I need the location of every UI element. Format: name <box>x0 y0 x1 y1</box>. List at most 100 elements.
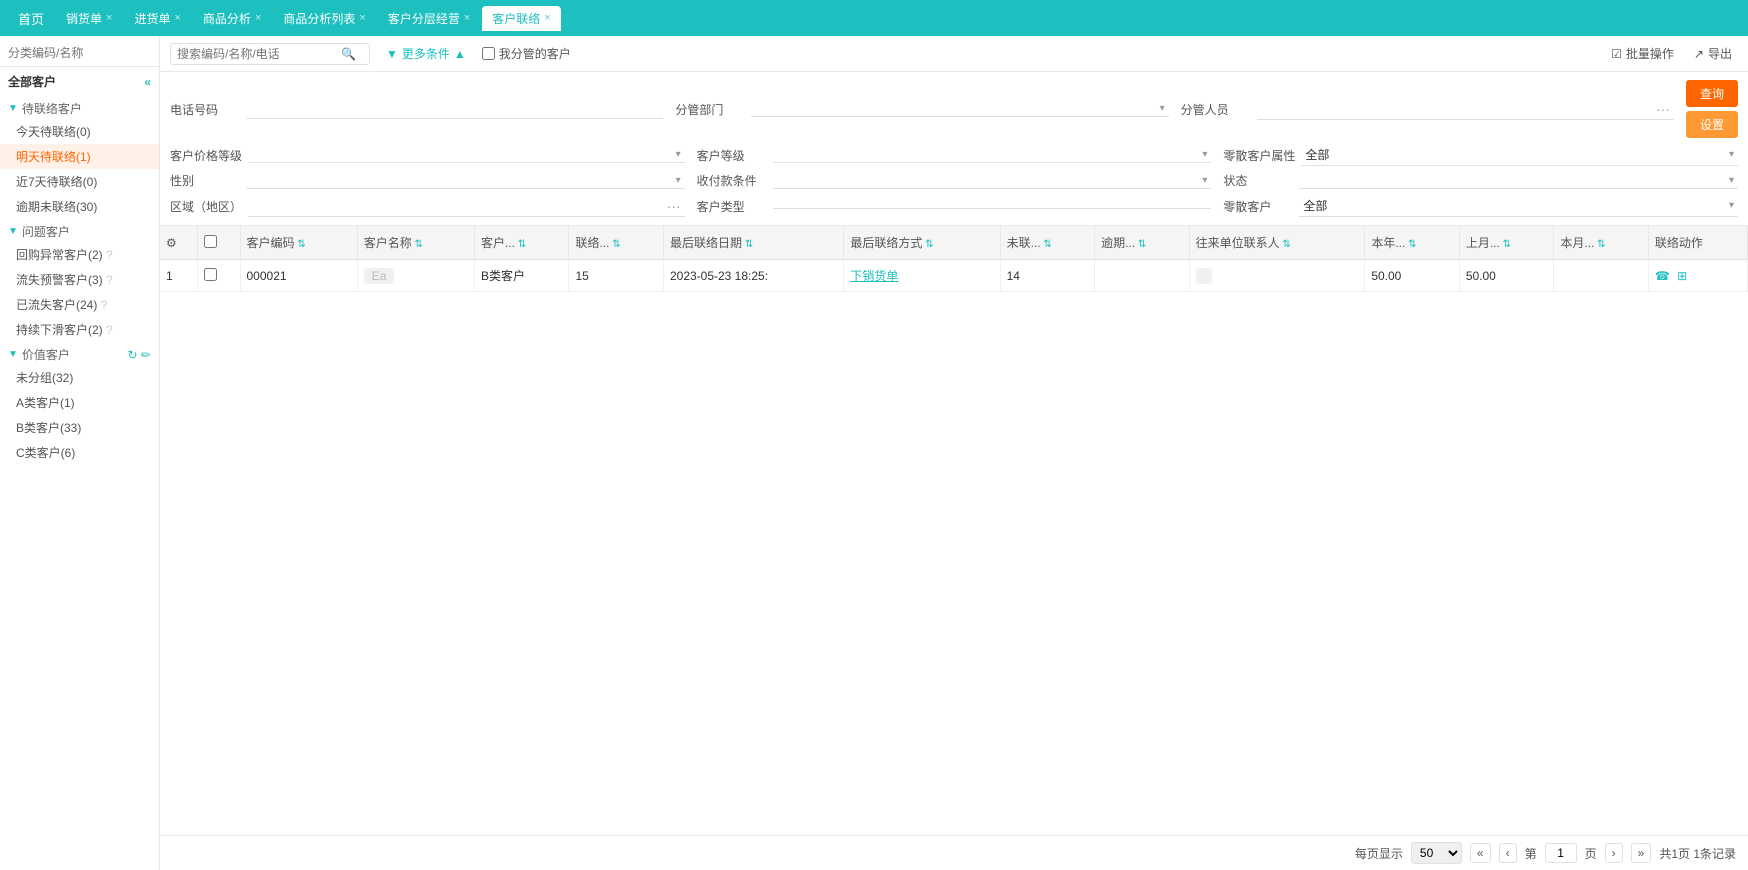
col-last-month[interactable]: 上月... <box>1459 226 1554 260</box>
col-overdue[interactable]: 逾期... <box>1095 226 1190 260</box>
dept-select[interactable]: ▾ <box>751 101 1168 117</box>
retail-customer-select[interactable]: 全部 ▾ <box>1299 195 1738 217</box>
export-btn[interactable]: ↗ 导出 <box>1688 42 1738 65</box>
status-label: 状态 <box>1223 172 1293 189</box>
gender-select[interactable]: ▾ <box>246 173 685 189</box>
sidebar-item-7days[interactable]: 近7天待联络(0) <box>0 169 159 194</box>
my-customers-checkbox-label[interactable]: 我分管的客户 <box>482 45 571 62</box>
prev-page-btn[interactable]: ‹ <box>1499 843 1517 863</box>
per-page-select[interactable]: 50 20 100 <box>1411 842 1462 864</box>
action-phone-icon[interactable]: ☎ <box>1655 269 1670 283</box>
sidebar-item-tomorrow[interactable]: 明天待联络(1) <box>0 144 159 169</box>
dots-icon-region[interactable]: ··· <box>667 198 681 214</box>
row-checkbox[interactable] <box>204 268 217 281</box>
nav-customer-contact[interactable]: 客户联络 × <box>482 6 560 31</box>
col-contact[interactable]: 联络... <box>569 226 664 260</box>
last-contact-method-link[interactable]: 下销货单 <box>850 269 898 283</box>
filter-row-3: 性别 ▾ 收付款条件 ▾ 状态 ▾ <box>170 172 1738 189</box>
retail-customer-label: 零散客户 <box>1223 198 1293 215</box>
nav-sales-order[interactable]: 销货单 × <box>56 6 122 31</box>
select-all-checkbox[interactable] <box>204 235 217 248</box>
sidebar-item-repurchase-abnormal[interactable]: 回购异常客户(2) ? <box>0 242 159 267</box>
col-customer-name[interactable]: 客户名称 <box>357 226 474 260</box>
col-this-month[interactable]: 本月... <box>1554 226 1649 260</box>
sidebar-item-ungrouped[interactable]: 未分组(32) <box>0 365 159 390</box>
customer-level-select[interactable]: ▾ <box>773 147 1212 163</box>
chevron-down-icon-payment: ▾ <box>1202 175 1207 186</box>
sidebar-item-today[interactable]: 今天待联络(0) <box>0 119 159 144</box>
customer-level-label: 客户等级 <box>697 147 767 164</box>
batch-operate-btn[interactable]: ☑ 批量操作 <box>1605 42 1680 65</box>
nav-close-product-analysis[interactable]: × <box>255 12 261 24</box>
region-select[interactable]: ··· <box>248 196 685 217</box>
col-last-contact-method[interactable]: 最后联络方式 <box>844 226 1000 260</box>
search-box[interactable]: 🔍 <box>170 43 370 65</box>
batch-operate-label: 批量操作 <box>1626 45 1674 62</box>
page-number-input[interactable] <box>1545 843 1577 863</box>
next-page-btn[interactable]: › <box>1605 843 1623 863</box>
sidebar-item-churned[interactable]: 已流失客户(24) ? <box>0 292 159 317</box>
export-label: 导出 <box>1708 45 1732 62</box>
col-customer-type[interactable]: 客户... <box>474 226 569 260</box>
sidebar-item-a-class[interactable]: A类客户(1) <box>0 390 159 415</box>
col-uncontacted[interactable]: 未联... <box>1000 226 1095 260</box>
table-header: ⚙ 客户编码 客户名称 客户... 联络... 最后联络日期 最后联络方式 未联… <box>160 226 1748 260</box>
nav-close-purchase-order[interactable]: × <box>174 12 180 24</box>
col-this-year[interactable]: 本年... <box>1365 226 1460 260</box>
dots-icon-person[interactable]: ··· <box>1656 101 1670 117</box>
row-checkbox-cell[interactable] <box>198 260 240 292</box>
query-button[interactable]: 查询 <box>1686 80 1738 107</box>
all-customers-header[interactable]: 全部客户 « <box>0 67 159 96</box>
action-grid-icon[interactable]: ⊞ <box>1677 269 1687 283</box>
col-unit-contact[interactable]: 往来单位联系人 <box>1189 226 1365 260</box>
all-customers-label: 全部客户 <box>8 73 56 90</box>
set-button[interactable]: 设置 <box>1686 111 1738 138</box>
row-this-month <box>1554 260 1649 292</box>
row-last-contact-method[interactable]: 下销货单 <box>844 260 1000 292</box>
nav-product-analysis-list[interactable]: 商品分析列表 × <box>273 6 375 31</box>
sidebar: 🔍 全部客户 « ▼ 待联络客户 今天待联络(0) 明天待联络(1) 近7天待联… <box>0 36 160 870</box>
nav-close-customer-tier[interactable]: × <box>464 12 470 24</box>
sidebar-item-b-class[interactable]: B类客户(33) <box>0 415 159 440</box>
last-page-btn[interactable]: » <box>1631 843 1652 863</box>
sidebar-item-overdue[interactable]: 逾期未联络(30) <box>0 194 159 219</box>
retail-attr-select[interactable]: 全部 ▾ <box>1301 144 1738 166</box>
search-icon[interactable]: 🔍 <box>341 47 356 61</box>
col-last-contact-date[interactable]: 最后联络日期 <box>663 226 843 260</box>
more-conditions-btn[interactable]: ▼ 更多条件 ▲ <box>378 42 474 65</box>
nav-customer-tier[interactable]: 客户分层经营 × <box>378 6 480 31</box>
row-customer-code: 000021 <box>240 260 357 292</box>
nav-close-sales-order[interactable]: × <box>106 12 112 24</box>
sidebar-category-problem[interactable]: ▼ 问题客户 <box>0 219 159 242</box>
col-gear[interactable]: ⚙ <box>160 226 198 260</box>
sidebar-item-declining[interactable]: 持续下滑客户(2) ? <box>0 317 159 342</box>
filter-customer-type: 客户类型 <box>697 198 1212 215</box>
row-customer-name[interactable]: Ea <box>357 260 474 292</box>
nav-close-product-analysis-list[interactable]: × <box>359 12 365 24</box>
nav-product-analysis[interactable]: 商品分析 × <box>193 6 271 31</box>
my-customers-label: 我分管的客户 <box>499 45 571 62</box>
sidebar-item-churn-warning[interactable]: 流失预警客户(3) ? <box>0 267 159 292</box>
sidebar-collapse-icon[interactable]: « <box>144 75 151 89</box>
status-select[interactable]: ▾ <box>1299 173 1738 189</box>
phone-input[interactable] <box>246 100 663 119</box>
sidebar-search-input[interactable] <box>8 46 160 60</box>
sidebar-category-pending[interactable]: ▼ 待联络客户 <box>0 96 159 119</box>
price-level-select[interactable]: ▾ <box>248 147 685 163</box>
phone-label: 电话号码 <box>170 101 240 118</box>
person-select[interactable]: ··· <box>1257 99 1674 120</box>
col-customer-code[interactable]: 客户编码 <box>240 226 357 260</box>
col-checkbox[interactable] <box>198 226 240 260</box>
payment-select[interactable]: ▾ <box>773 173 1212 189</box>
toolbar-right: ☑ 批量操作 ↗ 导出 <box>1605 42 1738 65</box>
sidebar-item-c-class[interactable]: C类客户(6) <box>0 440 159 465</box>
nav-purchase-order[interactable]: 进货单 × <box>124 6 190 31</box>
nav-home[interactable]: 首页 <box>8 5 54 32</box>
my-customers-checkbox[interactable] <box>482 47 495 60</box>
customer-type-select[interactable] <box>773 204 1212 209</box>
search-input[interactable] <box>177 47 337 61</box>
first-page-btn[interactable]: « <box>1470 843 1491 863</box>
category-value-label: 价值客户 <box>22 346 70 363</box>
sidebar-category-value[interactable]: ▼ 价值客户 ↻ ✏ <box>0 342 159 365</box>
nav-close-customer-contact[interactable]: × <box>544 12 550 24</box>
